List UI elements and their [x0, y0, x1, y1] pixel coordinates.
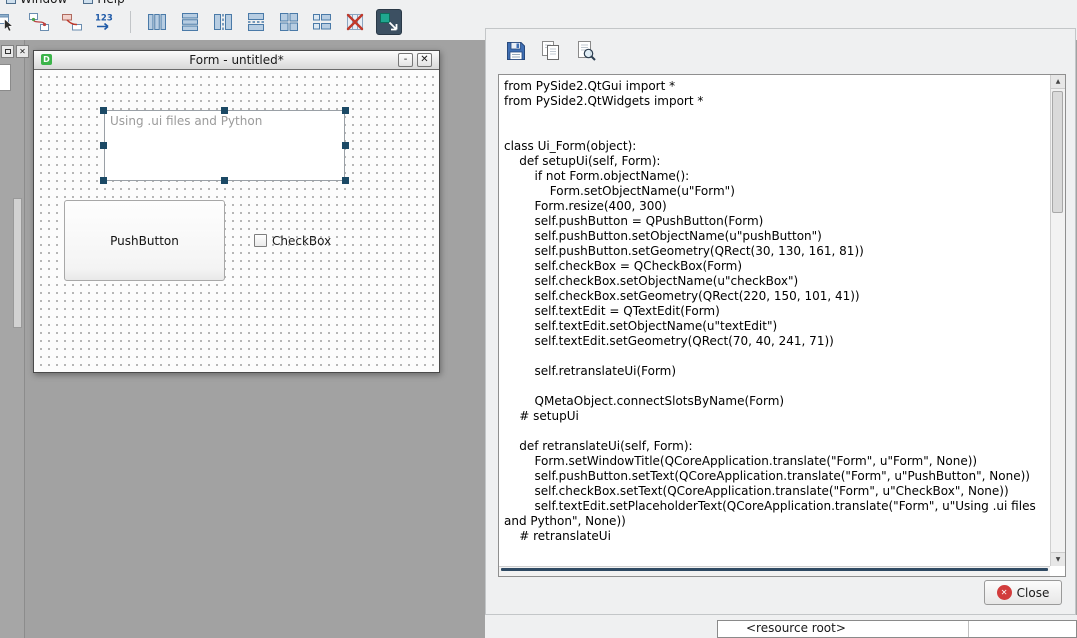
resource-root-item[interactable]: <resource root> — [746, 621, 846, 636]
edit-signals-slots-button[interactable] — [27, 10, 51, 34]
pushbutton-label: PushButton — [110, 234, 179, 248]
checkbox-indicator — [254, 234, 267, 247]
textedit-widget[interactable]: Using .ui files and Python — [104, 110, 345, 181]
lay-out-in-grid-icon — [278, 11, 300, 33]
lay-out-vertically-button[interactable] — [178, 10, 202, 34]
form-editor-window: D Form - untitled* - ✕ Using .ui files a… — [33, 50, 440, 373]
code-editor[interactable]: from PySide2.QtGui import * from PySide2… — [498, 74, 1066, 577]
edit-buddies-icon — [61, 11, 83, 33]
selection-handle-bottom-left[interactable] — [100, 177, 107, 184]
edit-signals-slots-icon — [28, 11, 50, 33]
resource-column-divider — [968, 621, 969, 637]
scroll-down-button[interactable]: ▼ — [1051, 552, 1065, 566]
lay-out-horizontally-in-splitter-button[interactable] — [211, 10, 235, 34]
adjust-size-button[interactable] — [376, 9, 402, 35]
edit-tab-order-icon: 123 — [94, 11, 116, 33]
edit-widgets-icon — [0, 11, 17, 33]
form-window-icon: D — [41, 54, 52, 65]
form-window-title: Form - untitled* — [189, 53, 283, 67]
menu-window-label: Window — [20, 0, 67, 6]
find-in-code-button[interactable] — [572, 37, 600, 65]
lay-out-vertically-in-splitter-icon — [245, 11, 267, 33]
horizontal-scrollbar[interactable] — [499, 566, 1050, 576]
selection-handle-bottom-right[interactable] — [342, 177, 349, 184]
vertical-scrollbar[interactable]: ▲ ▼ — [1050, 75, 1065, 566]
copy-code-button[interactable] — [537, 37, 565, 65]
lay-out-vertically-icon — [179, 11, 201, 33]
selection-handle-top-left[interactable] — [100, 107, 107, 114]
form-window-titlebar[interactable]: D Form - untitled* - ✕ — [34, 51, 439, 70]
lay-out-horizontally-icon — [146, 11, 168, 33]
vertical-scrollbar-thumb[interactable] — [1052, 91, 1063, 213]
toolbar-separator — [130, 11, 131, 33]
pushbutton-widget[interactable]: PushButton — [64, 200, 225, 281]
selection-handle-bottom-middle[interactable] — [221, 177, 228, 184]
resource-tree: <resource root> — [717, 620, 1077, 638]
close-button-label: Close — [1017, 586, 1050, 600]
lay-out-in-form-layout-icon — [311, 11, 333, 33]
help-menu-icon — [83, 0, 93, 4]
resource-browser-strip: <resource root> — [485, 615, 1077, 638]
adjust-size-icon — [377, 10, 401, 34]
form-minimize-button[interactable]: - — [398, 53, 413, 67]
save-code-button[interactable] — [502, 37, 530, 65]
form-canvas[interactable]: Using .ui files and Python PushButton Ch… — [34, 70, 439, 372]
menu-help-label: Help — [97, 0, 124, 6]
selection-handle-middle-right[interactable] — [342, 142, 349, 149]
checkbox-label: CheckBox — [272, 234, 331, 248]
menu-help[interactable]: Help — [83, 0, 124, 6]
widgetbox-scrollbar-fragment[interactable] — [13, 198, 22, 328]
close-icon: ✕ — [997, 585, 1012, 600]
break-layout-icon — [344, 11, 366, 33]
lay-out-in-form-layout-button[interactable] — [310, 10, 334, 34]
save-icon — [504, 39, 528, 63]
main-toolbar: 123 — [0, 9, 406, 35]
dock-float-button[interactable] — [1, 45, 14, 58]
close-dialog-button[interactable]: ✕ Close — [984, 580, 1062, 605]
dock-close-button[interactable]: ✕ — [16, 45, 29, 58]
float-icon — [5, 49, 11, 54]
lay-out-horizontally-in-splitter-icon — [212, 11, 234, 33]
menubar: Window Help — [6, 0, 125, 6]
lay-out-horizontally-button[interactable] — [145, 10, 169, 34]
window-menu-icon — [6, 0, 16, 4]
widgetbox-filter-fragment[interactable] — [0, 64, 11, 91]
edit-buddies-button[interactable] — [60, 10, 84, 34]
lay-out-in-grid-button[interactable] — [277, 10, 301, 34]
horizontal-scrollbar-thumb[interactable] — [501, 568, 1048, 571]
edit-widgets-button[interactable] — [0, 10, 18, 34]
svg-text:123: 123 — [95, 14, 113, 24]
code-dialog-toolbar — [502, 37, 600, 65]
scroll-up-button[interactable]: ▲ — [1051, 75, 1065, 89]
code-text[interactable]: from PySide2.QtGui import * from PySide2… — [499, 75, 1050, 566]
selection-handle-top-right[interactable] — [342, 107, 349, 114]
break-layout-button[interactable] — [343, 10, 367, 34]
find-icon — [574, 39, 598, 63]
view-code-dialog: from PySide2.QtGui import * from PySide2… — [485, 28, 1076, 615]
mdi-workspace: ✕ D Form - untitled* - ✕ Using .ui files… — [0, 40, 485, 638]
selection-handle-middle-left[interactable] — [100, 142, 107, 149]
edit-tab-order-button[interactable]: 123 — [93, 10, 117, 34]
dock-titlebar-buttons: ✕ — [1, 45, 29, 58]
menu-window[interactable]: Window — [6, 0, 67, 6]
form-close-button[interactable]: ✕ — [417, 53, 432, 67]
checkbox-widget[interactable]: CheckBox — [254, 220, 355, 261]
lay-out-vertically-in-splitter-button[interactable] — [244, 10, 268, 34]
copy-icon — [539, 39, 563, 63]
selection-handle-top-middle[interactable] — [221, 107, 228, 114]
left-dock-edge — [0, 40, 25, 638]
